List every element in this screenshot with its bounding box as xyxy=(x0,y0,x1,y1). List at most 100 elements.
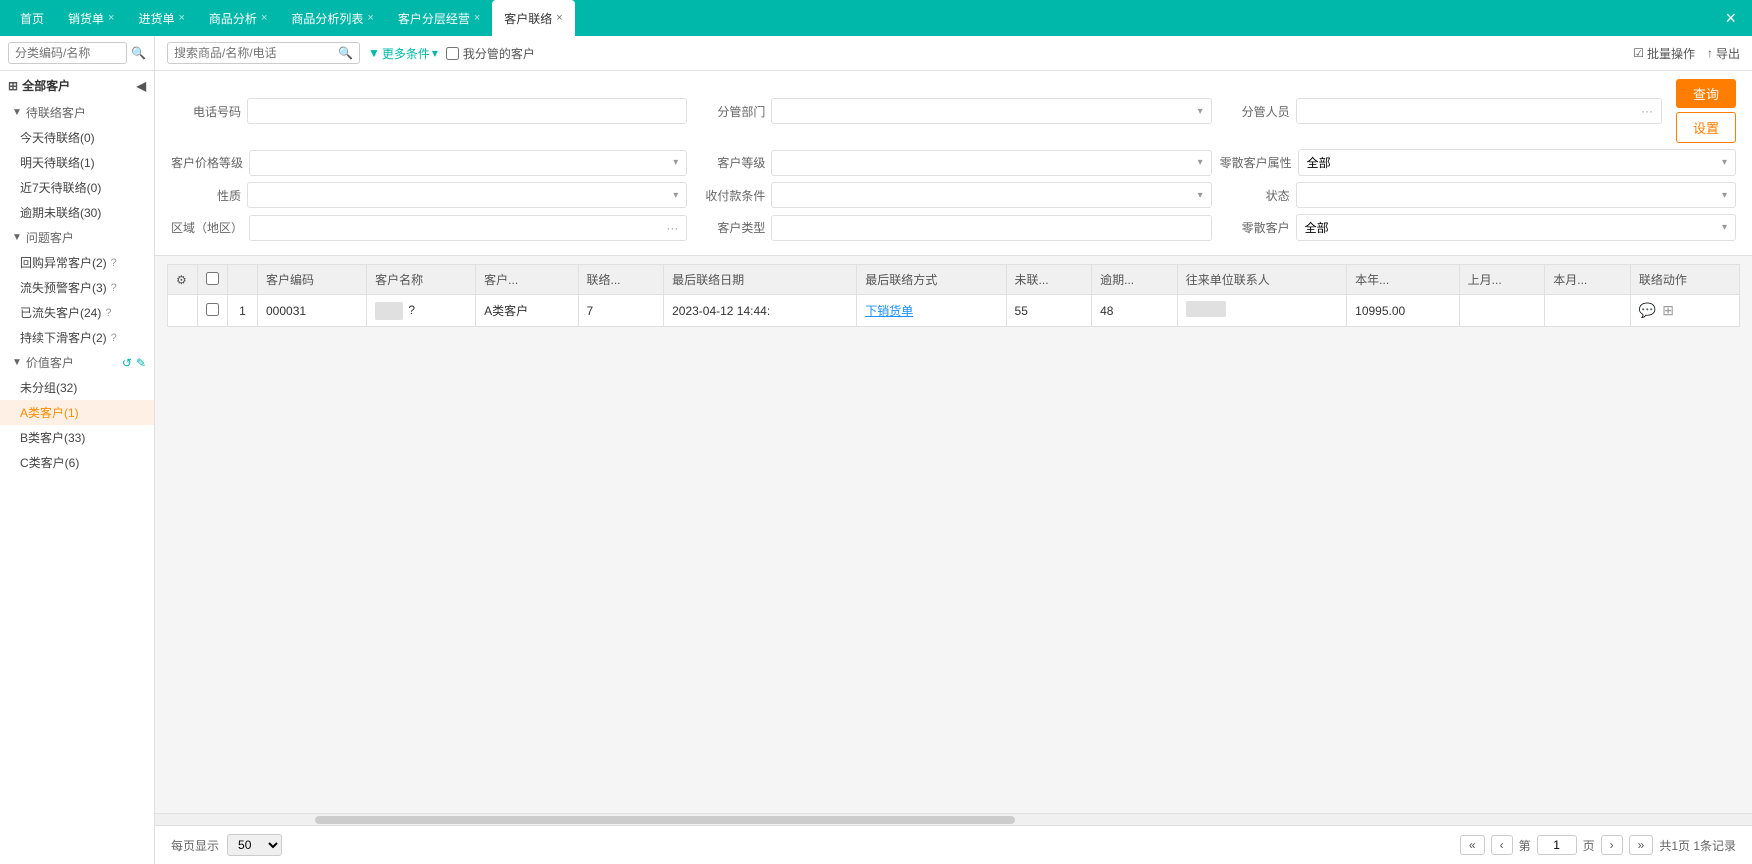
person-input[interactable]: ··· xyxy=(1296,98,1662,124)
price-level-field: 客户价格等级 ▾ xyxy=(171,149,687,176)
week-pending[interactable]: 近7天待联络(0) xyxy=(0,175,154,200)
type-column-header: 客户... xyxy=(476,265,578,295)
select-all-checkbox[interactable] xyxy=(206,272,219,285)
status-select[interactable]: ▾ xyxy=(1296,182,1736,208)
all-customers-header[interactable]: ⊞ 全部客户 ◀ xyxy=(0,71,154,100)
close-customer-contact[interactable]: × xyxy=(556,12,562,24)
export-btn[interactable]: ↑ 导出 xyxy=(1707,45,1740,62)
filter-row-4: 区域（地区） ··· 客户类型 零散客户 全部 ▾ xyxy=(171,214,1736,241)
payment-field: 收付款条件 ▾ xyxy=(695,182,1211,208)
value-customers-group[interactable]: ▼ 价值客户 ↺ ✎ xyxy=(0,350,154,375)
gear-column-header[interactable]: ⚙ xyxy=(168,265,198,295)
more-conditions[interactable]: ▼ 更多条件 ▾ xyxy=(368,45,438,62)
search-box[interactable]: 🔍 xyxy=(167,42,360,64)
region-dots: ··· xyxy=(666,221,678,235)
row-checkbox[interactable] xyxy=(198,295,228,327)
page-size-select[interactable]: 50 20 100 xyxy=(227,834,282,856)
search-input[interactable] xyxy=(174,46,334,60)
pending-contact-group[interactable]: ▼ 待联络客户 xyxy=(0,100,154,125)
retail-attr-select[interactable]: 全部 ▾ xyxy=(1298,149,1736,176)
retail-customer-select[interactable]: 全部 ▾ xyxy=(1296,214,1736,241)
nav-purchase-order[interactable]: 进货单 × xyxy=(126,0,196,36)
close-purchase-order[interactable]: × xyxy=(178,12,184,24)
checkbox-column-header[interactable] xyxy=(198,265,228,295)
class-b-customers[interactable]: B类客户(33) xyxy=(0,425,154,450)
tomorrow-pending[interactable]: 明天待联络(1) xyxy=(0,150,154,175)
repurchase-abnormal[interactable]: 回购异常客户(2) ? xyxy=(0,250,154,275)
refresh-icon[interactable]: ↺ xyxy=(122,356,132,370)
page-suffix: 页 xyxy=(1583,837,1595,854)
today-pending[interactable]: 今天待联络(0) xyxy=(0,125,154,150)
close-sales-order[interactable]: × xyxy=(108,12,114,24)
unclassified[interactable]: 未分组(32) xyxy=(0,375,154,400)
question-icon-3: ? xyxy=(105,307,111,319)
main-layout: 🔍 ⊞ 全部客户 ◀ ▼ 待联络客户 今天待联络(0) 明天待联络(1) 近7天… xyxy=(0,36,1752,864)
close-customer-segment[interactable]: × xyxy=(474,12,480,24)
nav-home[interactable]: 首页 xyxy=(8,0,56,36)
row-type: A类客户 xyxy=(476,295,578,327)
contact-person-header: 往来单位联系人 xyxy=(1177,265,1346,295)
collapse-icon[interactable]: ◀ xyxy=(137,79,146,93)
sidebar: 🔍 ⊞ 全部客户 ◀ ▼ 待联络客户 今天待联络(0) 明天待联络(1) 近7天… xyxy=(0,36,155,864)
my-customers-checkbox[interactable]: 我分管的客户 xyxy=(446,45,535,62)
close-product-analysis-list[interactable]: × xyxy=(367,12,373,24)
edit-icon[interactable]: ✎ xyxy=(136,356,146,370)
region-field: 区域（地区） ··· xyxy=(171,214,687,241)
payment-select[interactable]: ▾ xyxy=(771,182,1211,208)
region-input[interactable]: ··· xyxy=(249,215,687,241)
class-a-customers[interactable]: A类客户(1) xyxy=(0,400,154,425)
customer-level-select[interactable]: ▾ xyxy=(771,150,1211,176)
first-page-btn[interactable]: « xyxy=(1460,835,1485,855)
content-area: 🔍 ▼ 更多条件 ▾ 我分管的客户 ☑ 批量操作 ↑ 导出 xyxy=(155,36,1752,864)
dept-select[interactable]: ▾ xyxy=(771,98,1211,124)
sidebar-search-icon[interactable]: 🔍 xyxy=(131,46,146,60)
nav-customer-segment[interactable]: 客户分层经营 × xyxy=(386,0,492,36)
sidebar-search-input[interactable] xyxy=(8,42,127,64)
batch-operation-btn[interactable]: ☑ 批量操作 xyxy=(1633,45,1695,62)
close-product-analysis[interactable]: × xyxy=(261,12,267,24)
dept-field: 分管部门 ▾ xyxy=(695,79,1211,143)
settings-btn[interactable]: 设置 xyxy=(1676,112,1736,143)
rc-caret: ▾ xyxy=(1722,222,1727,233)
my-customers-check[interactable] xyxy=(446,47,459,60)
overdue-contact[interactable]: 逾期未联络(30) xyxy=(0,200,154,225)
phone-input[interactable] xyxy=(247,98,687,124)
arrow-icon-3: ▼ xyxy=(12,357,22,368)
query-btn[interactable]: 查询 xyxy=(1676,79,1736,108)
nav-product-analysis-list[interactable]: 商品分析列表 × xyxy=(279,0,385,36)
churned[interactable]: 已流失客户(24) ? xyxy=(0,300,154,325)
churn-warning[interactable]: 流失预警客户(3) ? xyxy=(0,275,154,300)
class-c-customers[interactable]: C类客户(6) xyxy=(0,450,154,475)
horizontal-scrollbar[interactable] xyxy=(155,813,1752,825)
nav-product-analysis[interactable]: 商品分析 × xyxy=(197,0,279,36)
row-last-month xyxy=(1459,295,1545,327)
table-row: 1 000031 ? A类客户 7 2023-04-12 14:44: 下销货单… xyxy=(168,295,1740,327)
scroll-thumb[interactable] xyxy=(315,816,1015,824)
next-page-btn[interactable]: › xyxy=(1601,835,1623,855)
search-icon[interactable]: 🔍 xyxy=(338,46,353,60)
row-select-checkbox[interactable] xyxy=(206,303,219,316)
prev-page-btn[interactable]: ‹ xyxy=(1491,835,1513,855)
price-level-select[interactable]: ▾ xyxy=(249,150,687,176)
caret-icon: ▾ xyxy=(432,46,438,60)
batch-icon: ☑ xyxy=(1633,46,1644,60)
customer-type-input[interactable] xyxy=(771,215,1211,241)
row-code[interactable]: 000031 xyxy=(258,295,367,327)
nav-customer-contact[interactable]: 客户联络 × xyxy=(492,0,574,36)
nature-select[interactable]: ▾ xyxy=(247,182,687,208)
page-number-input[interactable] xyxy=(1537,835,1577,855)
grid-action-icon[interactable]: ⊞ xyxy=(1662,302,1674,319)
filter-row-3: 性质 ▾ 收付款条件 ▾ 状态 xyxy=(171,182,1736,208)
close-all-tabs[interactable]: × xyxy=(1717,4,1744,33)
message-icon[interactable]: 💬 xyxy=(1639,302,1656,319)
row-last-contact-method[interactable]: 下销货单 xyxy=(857,295,1006,327)
nav-sales-order[interactable]: 销货单 × xyxy=(56,0,126,36)
row-not-contacted: 55 xyxy=(1006,295,1092,327)
row-contact-count: 7 xyxy=(578,295,664,327)
last-month-header: 上月... xyxy=(1459,265,1545,295)
problem-customers-group[interactable]: ▼ 问题客户 xyxy=(0,225,154,250)
last-page-btn[interactable]: » xyxy=(1629,835,1654,855)
declining[interactable]: 持续下滑客户(2) ? xyxy=(0,325,154,350)
row-name[interactable]: ? xyxy=(367,295,476,327)
nat-caret: ▾ xyxy=(673,190,678,201)
